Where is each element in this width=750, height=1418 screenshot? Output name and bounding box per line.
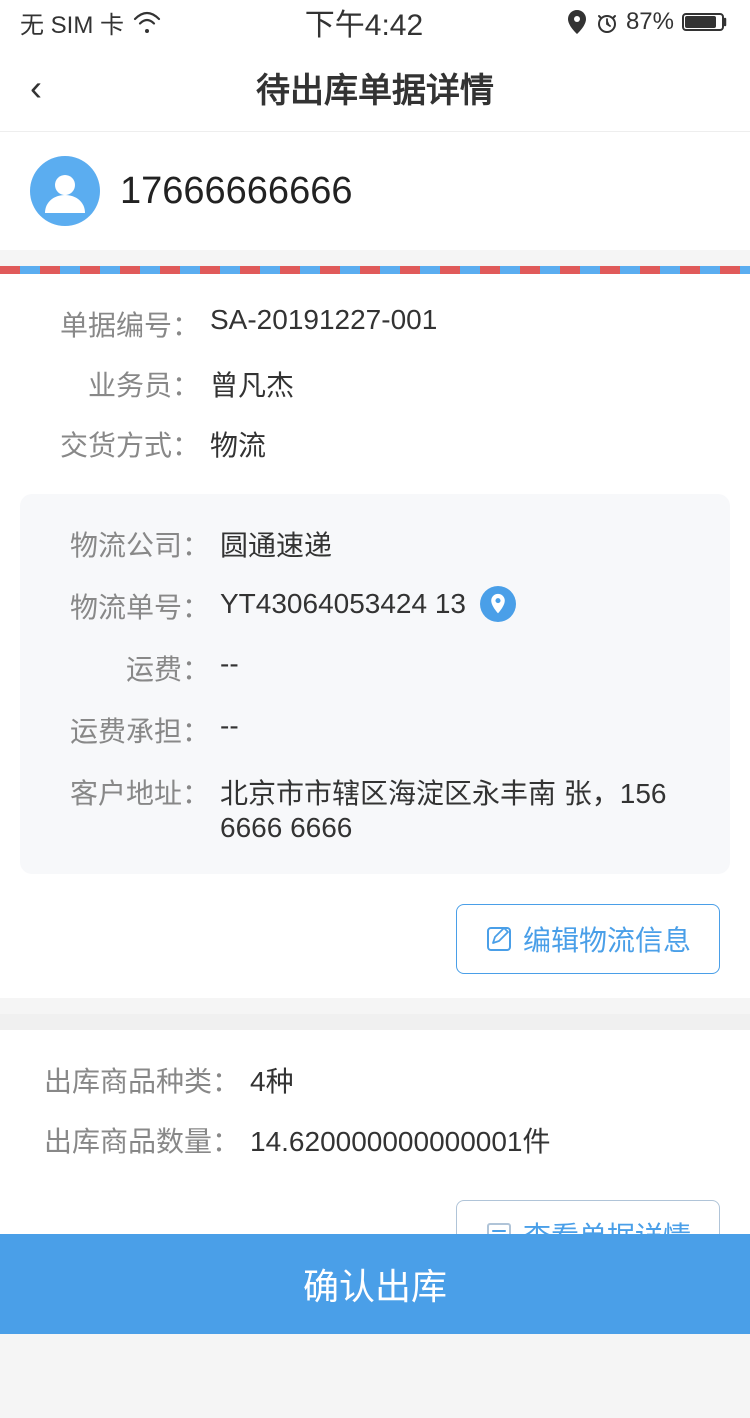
delivery-row: 交货方式： 物流 — [40, 424, 710, 464]
goods-type-value: 4种 — [240, 1060, 294, 1100]
status-bar: 无 SIM 卡 下午4:42 87% — [0, 0, 750, 44]
freight-row: 运费： -- — [50, 648, 700, 688]
battery-icon — [682, 10, 730, 34]
salesman-row: 业务员： 曾凡杰 — [40, 364, 710, 404]
status-left: 无 SIM 卡 — [20, 5, 162, 40]
edit-btn-row: 编辑物流信息 — [0, 894, 750, 998]
battery-label: 87% — [626, 8, 674, 36]
order-info-section: 单据编号： SA-20191227-001 业务员： 曾凡杰 交货方式： 物流 … — [0, 274, 750, 998]
user-icon — [42, 168, 88, 214]
back-button[interactable]: ‹ — [30, 67, 42, 109]
logistics-tracking-value: YT43064053424 13 — [210, 586, 700, 622]
delivery-label: 交货方式： — [40, 424, 200, 464]
edit-logistics-button[interactable]: 编辑物流信息 — [456, 904, 720, 974]
customer-header: 17666666666 — [0, 132, 750, 250]
status-right: 87% — [566, 8, 730, 36]
salesman-label: 业务员： — [40, 364, 200, 404]
freight-label: 运费： — [50, 648, 210, 688]
goods-type-row: 出库商品种类： 4种 — [40, 1060, 710, 1100]
address-label: 客户地址： — [50, 772, 210, 812]
delivery-value: 物流 — [200, 424, 710, 464]
edit-icon — [485, 925, 513, 953]
goods-qty-value: 14.620000000000001件 — [240, 1120, 551, 1160]
freight-bearer-label: 运费承担： — [50, 710, 210, 750]
logistics-tracking-row: 物流单号： YT43064053424 13 — [50, 586, 700, 626]
address-row: 客户地址： 北京市市辖区海淀区永丰南 张，156 6666 6666 — [50, 772, 700, 844]
address-value: 北京市市辖区海淀区永丰南 张，156 6666 6666 — [210, 772, 700, 844]
dashed-divider — [0, 266, 750, 274]
logistics-company-row: 物流公司： 圆通速递 — [50, 524, 700, 564]
order-number-row: 单据编号： SA-20191227-001 — [40, 304, 710, 344]
freight-bearer-value: -- — [210, 710, 700, 742]
confirm-button[interactable]: 确认出库 — [0, 1234, 750, 1334]
status-time: 下午4:42 — [305, 0, 423, 44]
nav-bar: ‹ 待出库单据详情 — [0, 44, 750, 132]
customer-phone: 17666666666 — [120, 170, 352, 213]
logistics-company-value: 圆通速递 — [210, 524, 700, 564]
logistics-card: 物流公司： 圆通速递 物流单号： YT43064053424 13 运费： --… — [20, 494, 730, 874]
wifi-icon — [132, 11, 162, 33]
carrier-label: 无 SIM 卡 — [20, 5, 124, 40]
section-divider — [0, 1014, 750, 1030]
map-pin-icon[interactable] — [480, 586, 516, 622]
page-title: 待出库单据详情 — [256, 63, 494, 112]
goods-qty-label: 出库商品数量： — [40, 1120, 240, 1160]
order-number-value: SA-20191227-001 — [200, 304, 710, 336]
salesman-value: 曾凡杰 — [200, 364, 710, 404]
avatar — [30, 156, 100, 226]
freight-value: -- — [210, 648, 700, 680]
order-number-label: 单据编号： — [40, 304, 200, 344]
goods-type-label: 出库商品种类： — [40, 1060, 240, 1100]
freight-bearer-row: 运费承担： -- — [50, 710, 700, 750]
goods-qty-row: 出库商品数量： 14.620000000000001件 — [40, 1120, 710, 1160]
alarm-icon — [596, 9, 618, 35]
logistics-company-label: 物流公司： — [50, 524, 210, 564]
goods-block: 出库商品种类： 4种 出库商品数量： 14.620000000000001件 — [0, 1030, 750, 1190]
location-active-icon — [566, 9, 588, 35]
logistics-tracking-label: 物流单号： — [50, 586, 210, 626]
order-info-block: 单据编号： SA-20191227-001 业务员： 曾凡杰 交货方式： 物流 — [0, 274, 750, 494]
